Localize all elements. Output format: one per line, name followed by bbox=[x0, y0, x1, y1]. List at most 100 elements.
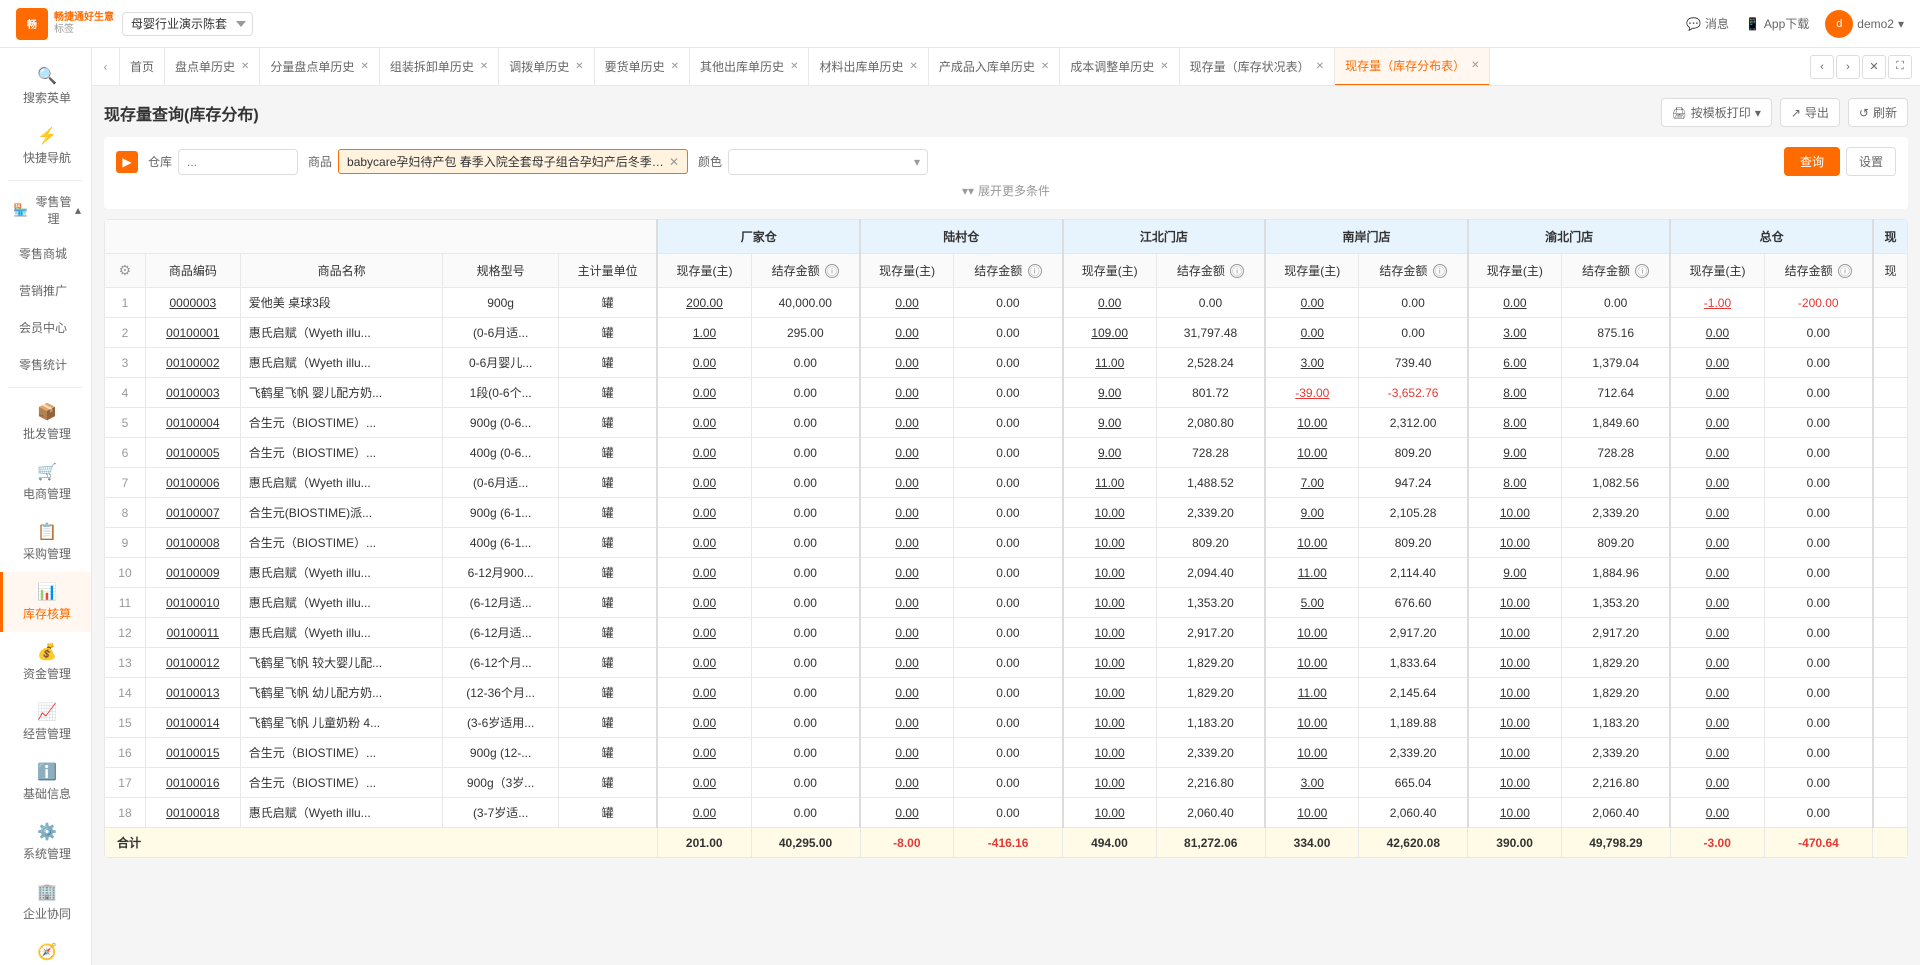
cell-changjia-cur[interactable]: 0.00 bbox=[657, 528, 751, 558]
cell-jiangbei-cur[interactable]: 10.00 bbox=[1063, 738, 1157, 768]
message-btn[interactable]: 💬 消息 bbox=[1686, 15, 1729, 32]
cell-total-cur[interactable]: 0.00 bbox=[1670, 408, 1764, 438]
cell-code[interactable]: 00100016 bbox=[145, 768, 240, 798]
cell-nanan-cur[interactable]: 10.00 bbox=[1265, 708, 1359, 738]
sidebar-item-inventory[interactable]: 📊 库存核算 bbox=[0, 572, 91, 632]
cell-jiangbei-cur[interactable]: 10.00 bbox=[1063, 798, 1157, 828]
cell-nanan-cur[interactable]: 11.00 bbox=[1265, 678, 1359, 708]
tab-material-out[interactable]: 材料出库单历史 ✕ bbox=[809, 48, 928, 85]
export-btn[interactable]: ↗ 导出 bbox=[1780, 98, 1840, 127]
cell-changjia-cur[interactable]: 0.00 bbox=[657, 558, 751, 588]
changjia-money-info[interactable]: ⓘ bbox=[825, 264, 839, 278]
sidebar-item-retail[interactable]: 🏪 零售管理 ▴ bbox=[0, 185, 91, 235]
cell-total-cur[interactable]: 0.00 bbox=[1670, 348, 1764, 378]
sidebar-item-retail-stat[interactable]: 零售统计 bbox=[0, 346, 91, 383]
cell-total-cur[interactable]: 0.00 bbox=[1670, 678, 1764, 708]
cell-code[interactable]: 00100002 bbox=[145, 348, 240, 378]
tab-stock-status[interactable]: 现存量（库存状况表） ✕ bbox=[1180, 48, 1335, 85]
cell-changjia-cur[interactable]: 1.00 bbox=[657, 318, 751, 348]
cell-yubei-cur[interactable]: 10.00 bbox=[1468, 498, 1562, 528]
cell-jiangbei-cur[interactable]: 10.00 bbox=[1063, 678, 1157, 708]
cell-nanan-cur[interactable]: 10.00 bbox=[1265, 798, 1359, 828]
cell-lucun-cur[interactable]: 0.00 bbox=[860, 618, 954, 648]
cell-code[interactable]: 00100012 bbox=[145, 648, 240, 678]
cell-nanan-cur[interactable]: 10.00 bbox=[1265, 738, 1359, 768]
cell-jiangbei-cur[interactable]: 10.00 bbox=[1063, 528, 1157, 558]
cell-yubei-cur[interactable]: 10.00 bbox=[1468, 708, 1562, 738]
cell-nanan-cur[interactable]: 11.00 bbox=[1265, 558, 1359, 588]
tab-requisition[interactable]: 要货单历史 ✕ bbox=[595, 48, 690, 85]
cell-total-cur[interactable]: 0.00 bbox=[1670, 558, 1764, 588]
cell-jiangbei-cur[interactable]: 11.00 bbox=[1063, 468, 1157, 498]
cell-jiangbei-cur[interactable]: 10.00 bbox=[1063, 558, 1157, 588]
warehouse-input[interactable] bbox=[178, 149, 298, 175]
sidebar-item-purchase[interactable]: 📋 采购管理 bbox=[0, 512, 91, 572]
sidebar-item-finance[interactable]: 💰 资金管理 bbox=[0, 632, 91, 692]
cell-lucun-cur[interactable]: 0.00 bbox=[860, 378, 954, 408]
cell-changjia-cur[interactable]: 0.00 bbox=[657, 648, 751, 678]
cell-changjia-cur[interactable]: 0.00 bbox=[657, 618, 751, 648]
tab-cost-adjust[interactable]: 成本调整单历史 ✕ bbox=[1060, 48, 1179, 85]
tab-fullscreen-btn[interactable]: ⛶ bbox=[1888, 55, 1912, 79]
sidebar-item-operation[interactable]: 📈 经营管理 bbox=[0, 692, 91, 752]
cell-lucun-cur[interactable]: 0.00 bbox=[860, 408, 954, 438]
cell-changjia-cur[interactable]: 0.00 bbox=[657, 738, 751, 768]
cell-lucun-cur[interactable]: 0.00 bbox=[860, 768, 954, 798]
cell-jiangbei-cur[interactable]: 11.00 bbox=[1063, 348, 1157, 378]
cell-yubei-cur[interactable]: 10.00 bbox=[1468, 738, 1562, 768]
cell-code[interactable]: 00100009 bbox=[145, 558, 240, 588]
cell-total-cur[interactable]: 0.00 bbox=[1670, 618, 1764, 648]
cell-total-cur[interactable]: 0.00 bbox=[1670, 528, 1764, 558]
tab-material-out-close[interactable]: ✕ bbox=[909, 61, 917, 72]
app-download-btn[interactable]: 📱 App下载 bbox=[1745, 15, 1809, 32]
tab-next-btn[interactable]: › bbox=[1836, 55, 1860, 79]
cell-lucun-cur[interactable]: 0.00 bbox=[860, 798, 954, 828]
tab-stock-dist-close[interactable]: ✕ bbox=[1471, 60, 1479, 71]
cell-changjia-cur[interactable]: 0.00 bbox=[657, 708, 751, 738]
cell-yubei-cur[interactable]: 10.00 bbox=[1468, 618, 1562, 648]
total-money-info[interactable]: ⓘ bbox=[1838, 264, 1852, 278]
cell-yubei-cur[interactable]: 9.00 bbox=[1468, 438, 1562, 468]
print-btn[interactable]: 🖨 按模板打印 ▾ bbox=[1661, 98, 1772, 127]
tab-transfer[interactable]: 调拨单历史 ✕ bbox=[499, 48, 594, 85]
cell-lucun-cur[interactable]: 0.00 bbox=[860, 528, 954, 558]
tab-stock-dist[interactable]: 现存量（库存分布表） ✕ bbox=[1335, 48, 1490, 85]
search-btn[interactable]: 查询 bbox=[1784, 147, 1840, 176]
cell-jiangbei-cur[interactable]: 10.00 bbox=[1063, 498, 1157, 528]
cell-changjia-cur[interactable]: 0.00 bbox=[657, 468, 751, 498]
cell-total-cur[interactable]: 0.00 bbox=[1670, 768, 1764, 798]
cell-lucun-cur[interactable]: 0.00 bbox=[860, 498, 954, 528]
tab-split-inventory-close[interactable]: ✕ bbox=[360, 61, 368, 72]
cell-yubei-cur[interactable]: 6.00 bbox=[1468, 348, 1562, 378]
cell-total-cur[interactable]: 0.00 bbox=[1670, 468, 1764, 498]
cell-lucun-cur[interactable]: 0.00 bbox=[860, 438, 954, 468]
cell-yubei-cur[interactable]: 10.00 bbox=[1468, 768, 1562, 798]
cell-changjia-cur[interactable]: 200.00 bbox=[657, 288, 751, 318]
user-menu[interactable]: d demo2 ▾ bbox=[1825, 10, 1904, 38]
tab-assemble[interactable]: 组装拆卸单历史 ✕ bbox=[380, 48, 499, 85]
cell-code[interactable]: 00100003 bbox=[145, 378, 240, 408]
cell-total-cur[interactable]: 0.00 bbox=[1670, 588, 1764, 618]
cell-jiangbei-cur[interactable]: 0.00 bbox=[1063, 288, 1157, 318]
cell-nanan-cur[interactable]: -39.00 bbox=[1265, 378, 1359, 408]
cell-nanan-cur[interactable]: 3.00 bbox=[1265, 768, 1359, 798]
cell-total-cur[interactable]: 0.00 bbox=[1670, 738, 1764, 768]
cell-nanan-cur[interactable]: 10.00 bbox=[1265, 438, 1359, 468]
sidebar-item-retail-shop[interactable]: 零售商城 bbox=[0, 235, 91, 272]
cell-jiangbei-cur[interactable]: 10.00 bbox=[1063, 588, 1157, 618]
cell-yubei-cur[interactable]: 10.00 bbox=[1468, 678, 1562, 708]
cell-lucun-cur[interactable]: 0.00 bbox=[860, 708, 954, 738]
cell-nanan-cur[interactable]: 10.00 bbox=[1265, 618, 1359, 648]
cell-changjia-cur[interactable]: 0.00 bbox=[657, 798, 751, 828]
cell-total-cur[interactable]: -1.00 bbox=[1670, 288, 1764, 318]
cell-yubei-cur[interactable]: 8.00 bbox=[1468, 378, 1562, 408]
cell-total-cur[interactable]: 0.00 bbox=[1670, 318, 1764, 348]
cell-changjia-cur[interactable]: 0.00 bbox=[657, 348, 751, 378]
cell-nanan-cur[interactable]: 3.00 bbox=[1265, 348, 1359, 378]
cell-lucun-cur[interactable]: 0.00 bbox=[860, 558, 954, 588]
cell-yubei-cur[interactable]: 8.00 bbox=[1468, 408, 1562, 438]
tab-scroll-left[interactable]: ‹ bbox=[92, 48, 120, 86]
cell-yubei-cur[interactable]: 10.00 bbox=[1468, 648, 1562, 678]
cell-total-cur[interactable]: 0.00 bbox=[1670, 798, 1764, 828]
system-select[interactable]: 母婴行业演示陈套 bbox=[122, 12, 253, 36]
